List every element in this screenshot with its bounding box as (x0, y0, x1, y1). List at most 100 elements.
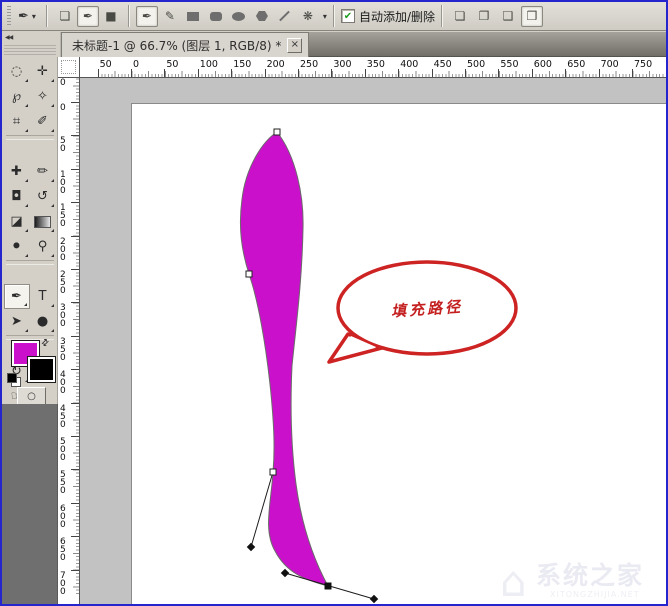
watermark-house-icon: ⌂ (500, 557, 527, 604)
background-color-swatch[interactable] (27, 356, 56, 383)
exclude-path-area-button[interactable]: ❒ (520, 5, 543, 27)
auto-add-delete-checkbox[interactable]: ✔ (340, 9, 355, 23)
quick-selection-tool[interactable]: ✧ (30, 84, 56, 109)
ruler-origin-corner[interactable] (58, 57, 80, 78)
tool-glyph-icon: ↺ (37, 189, 48, 204)
subtract-path-area-button[interactable]: ❐ (473, 6, 495, 27)
ruler-label: 50 (166, 59, 179, 70)
pen-tool-button[interactable]: ✒ (135, 5, 158, 27)
crop-tool[interactable]: ⌗ (4, 109, 30, 134)
brush-tool[interactable]: ✏ (30, 159, 56, 184)
tool-glyph-icon: ❑ (502, 9, 514, 23)
tool-glyph-icon (255, 11, 268, 21)
rounded-rectangle-tool-button[interactable] (205, 6, 227, 27)
ruler-label: 600 (533, 59, 552, 70)
direction-handle[interactable] (280, 568, 290, 578)
tool-glyph-icon: ⚲ (37, 239, 48, 254)
separator (127, 5, 130, 27)
eyedropper-tool[interactable]: ✐ (30, 109, 56, 134)
tool-glyph-icon (186, 11, 199, 21)
eraser-tool[interactable]: ◪ (4, 209, 30, 234)
ruler-label: 700 (60, 570, 66, 597)
shape-layers-button[interactable]: ❏ (54, 6, 76, 27)
canvas-viewport: ⌂ 系统之家 XITONGZHIJIA.NET 填充路径 (80, 78, 666, 604)
freeform-pen-tool-button[interactable]: ✎ (159, 6, 181, 27)
chevron-down-icon[interactable]: ▾ (323, 12, 327, 21)
anchor-point-selected[interactable] (324, 582, 332, 590)
ruler-label: 500 (467, 59, 486, 70)
tool-glyph-icon: ✒ (141, 9, 152, 23)
photoshop-window: ✒ ▾ ❏ ✒ ■ ✒ ✎ ❋ ▾ ✔ 自动添加/删除 ❏ ❐ ❑ ❒ ◀◀ 未标题-1 @ … (0, 0, 668, 606)
ruler-label: 150 (60, 203, 66, 230)
toolbox-header: ◀◀ (2, 32, 61, 57)
ruler-label: 450 (433, 59, 452, 70)
path-selection-tool[interactable]: ➤ (4, 309, 30, 334)
ruler-label: 250 (300, 59, 319, 70)
tool-glyph-icon: ✐ (37, 114, 48, 129)
ruler-tick (264, 69, 266, 77)
elliptical-marquee-tool[interactable]: ◌ (4, 59, 30, 84)
filled-pen-path[interactable] (239, 131, 329, 587)
tool-glyph-icon: ✒ (11, 289, 22, 304)
default-colors-icon[interactable] (7, 373, 21, 387)
polygon-tool-button[interactable] (251, 6, 273, 27)
paths-button[interactable]: ✒ (76, 5, 99, 27)
anchor-point[interactable] (269, 468, 277, 476)
ruler-tick (71, 102, 79, 103)
auto-add-delete-option: ✔ 自动添加/删除 (340, 8, 435, 25)
ruler-label: 400 (60, 370, 66, 397)
close-icon[interactable]: × (287, 37, 303, 53)
document-canvas[interactable]: ⌂ 系统之家 XITONGZHIJIA.NET 填充路径 (131, 103, 666, 604)
document-tab[interactable]: 未标题-1 @ 66.7% (图层 1, RGB/8) * × (61, 32, 310, 57)
ruler-tick (231, 69, 233, 77)
intersect-path-area-button[interactable]: ❑ (497, 6, 519, 27)
clone-stamp-tool[interactable]: ◘ (4, 184, 30, 209)
history-brush-tool[interactable]: ↺ (30, 184, 56, 209)
dodge-tool[interactable]: ⚲ (30, 234, 56, 259)
add-path-area-button[interactable]: ❏ (449, 6, 471, 27)
tool-glyph-icon: ❐ (478, 9, 490, 23)
ruler-label: 400 (400, 59, 419, 70)
horizontal-ruler[interactable]: 50 0 50 100 150 200 250 300 350 400 450 500 550 600 65… (80, 57, 666, 78)
blur-tool[interactable]: ⚫ (4, 234, 30, 259)
tool-glyph-icon (232, 11, 246, 21)
collapse-arrows-icon[interactable]: ◀◀ (5, 34, 13, 41)
separator (332, 5, 335, 27)
options-bar-grip[interactable] (7, 6, 11, 26)
vertical-ruler[interactable]: 5005010015020025030035040045050055060065… (58, 78, 80, 604)
healing-brush-tool[interactable]: ✚ (4, 159, 30, 184)
speech-bubble: 填充路径 (327, 260, 518, 364)
ruler-tick (498, 69, 500, 77)
type-tool[interactable]: T (30, 284, 56, 309)
ruler-tick (298, 69, 299, 77)
anchor-point[interactable] (273, 128, 281, 136)
line-tool-button[interactable] (274, 6, 296, 27)
tool-preset-picker[interactable]: ✒ ▾ (14, 6, 40, 27)
direction-handle[interactable] (246, 542, 256, 552)
ruler-tick (131, 69, 132, 77)
gradient-tool[interactable] (30, 209, 56, 234)
toolbox-grip[interactable] (4, 45, 56, 55)
tool-glyph-icon: ❏ (454, 9, 466, 23)
ruler-label: 550 (60, 470, 66, 497)
fill-pixels-button[interactable]: ■ (100, 6, 122, 27)
quick-mask-button[interactable]: ○ (17, 387, 46, 405)
lasso-tool[interactable]: ℘ (4, 84, 30, 109)
default-foreground-icon (7, 373, 17, 383)
watermark-subtitle: XITONGZHIJIA.NET (550, 590, 640, 599)
tool-group-separator (5, 260, 54, 265)
ellipse-tool-button[interactable] (228, 6, 250, 27)
tool-glyph-icon: ◪ (10, 214, 23, 229)
pen-tool[interactable]: ✒ (3, 284, 30, 309)
tool-glyph-icon: ❏ (59, 9, 71, 23)
tool-glyph-icon: ➤ (11, 314, 22, 329)
rectangle-tool-button[interactable] (182, 6, 204, 27)
direction-handle[interactable] (369, 594, 379, 604)
separator (440, 5, 443, 27)
shape-tool[interactable]: ● (30, 309, 56, 334)
watermark: ⌂ 系统之家 XITONGZHIJIA.NET (500, 557, 642, 604)
move-tool[interactable]: ✛ (30, 59, 56, 84)
custom-shape-tool-button[interactable]: ❋ (297, 6, 319, 27)
anchor-point[interactable] (245, 270, 253, 278)
tool-glyph-icon: ✧ (37, 89, 48, 104)
